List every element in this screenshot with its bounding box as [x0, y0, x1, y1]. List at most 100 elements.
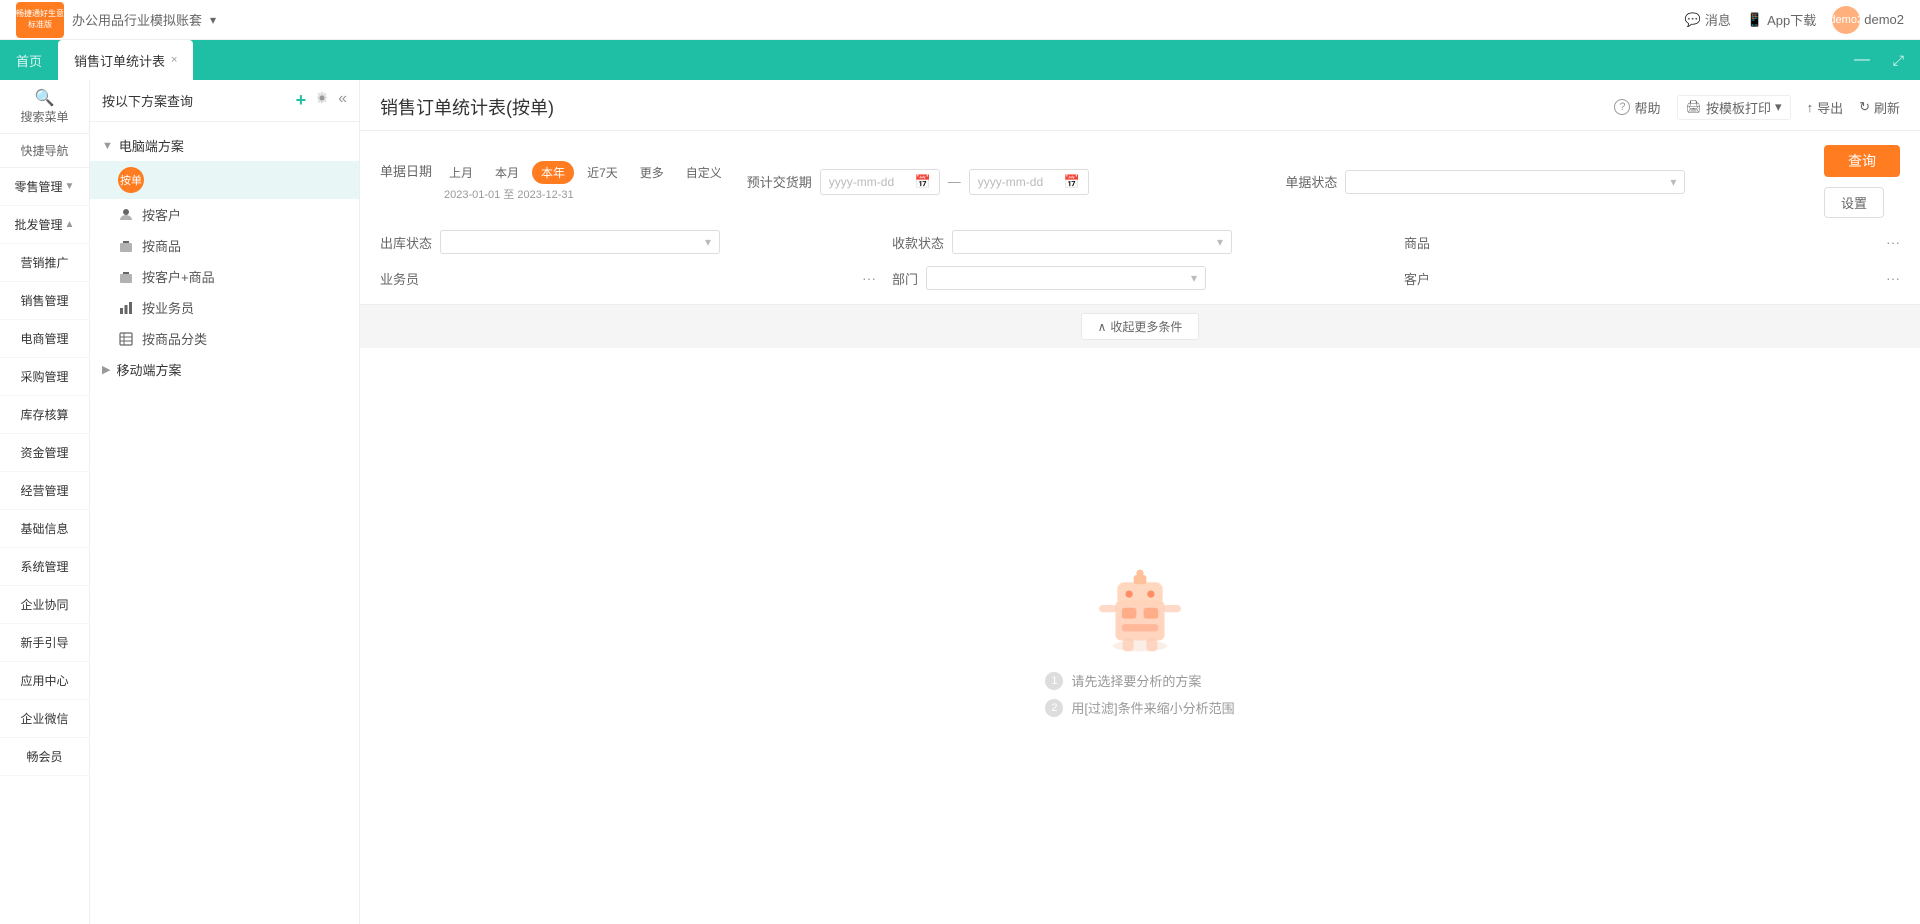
topbar-left: 畅捷通好生意 标准版 办公用品行业模拟账套 ▾: [16, 2, 216, 38]
tab-fullscreen-icon[interactable]: ⤢: [1893, 52, 1904, 69]
sidebar-item-enterprise-wechat[interactable]: 企业微信: [0, 700, 89, 738]
scheme-group-mobile: ▶ 移动端方案: [90, 354, 359, 385]
payment-status-label: 收款状态: [892, 233, 944, 252]
date-from-input[interactable]: yyyy-mm-dd 📅: [820, 169, 940, 195]
query-button[interactable]: 查询: [1824, 145, 1900, 177]
left-panel-title: 按以下方案查询: [102, 91, 193, 110]
scheme-item-by-customer-goods[interactable]: 按客户+商品: [90, 261, 359, 292]
sidebar-item-app-center[interactable]: 应用中心: [0, 662, 89, 700]
salesman-dots-button[interactable]: ···: [862, 270, 876, 286]
combined-icon: [118, 269, 134, 285]
collapse-bar: ∧ 收起更多条件: [360, 305, 1920, 348]
settings-scheme-button[interactable]: [314, 90, 330, 111]
message-button[interactable]: 💬 消息: [1685, 10, 1731, 29]
bill-status-label: 单据状态: [1285, 172, 1337, 191]
refresh-button[interactable]: ↻ 刷新: [1859, 98, 1900, 117]
sidebar-item-newbie[interactable]: 新手引导: [0, 624, 89, 662]
scheme-group-pc-header[interactable]: ▼ 电脑端方案: [90, 130, 359, 161]
sidebar-item-retail[interactable]: 零售管理 ▼: [0, 168, 89, 206]
sidebar-item-basic-info[interactable]: 基础信息: [0, 510, 89, 548]
sidebar-item-purchase[interactable]: 采购管理: [0, 358, 89, 396]
system-dropdown[interactable]: ▾: [210, 13, 216, 27]
customer-label: 客户: [1404, 269, 1430, 288]
date-btn-this-year[interactable]: 本年: [532, 161, 574, 184]
scheme-item-by-salesman[interactable]: 按业务员: [90, 292, 359, 323]
avatar: demo2: [1832, 6, 1860, 34]
bill-date-label: 单据日期: [380, 161, 432, 180]
chevron-up-icon: ∧: [1098, 320, 1107, 334]
left-panel-actions: + «: [296, 90, 347, 111]
box-icon: [118, 238, 134, 254]
expected-delivery-label: 预计交货期: [747, 172, 812, 191]
scheme-tree: ▼ 电脑端方案 按单 按客户: [90, 122, 359, 924]
chevron-down-icon: ▾: [1191, 271, 1197, 285]
tab-home[interactable]: 首页: [0, 40, 58, 80]
refresh-icon: ↻: [1859, 99, 1870, 115]
date-range-dash: —: [948, 174, 961, 189]
tab-close-icon[interactable]: ×: [171, 54, 177, 66]
help-button[interactable]: ? 帮助: [1614, 98, 1660, 117]
settings-button[interactable]: 设置: [1824, 187, 1884, 218]
app-download-icon: 📱: [1747, 12, 1763, 28]
table-icon: [118, 331, 134, 347]
empty-tip-1: 1 请先选择要分析的方案: [1045, 671, 1234, 690]
sidebar-item-system[interactable]: 系统管理: [0, 548, 89, 586]
sidebar-item-ecommerce[interactable]: 电商管理: [0, 320, 89, 358]
topbar: 畅捷通好生意 标准版 办公用品行业模拟账套 ▾ 💬 消息 📱 App下载 dem…: [0, 0, 1920, 40]
filter-row-1: 单据日期 上月 本月 本年 近7天 更多 自定义 2023-01-01 至 20…: [380, 145, 1900, 218]
sidebar-item-wholesale[interactable]: 批发管理 ▲: [0, 206, 89, 244]
date-to-input[interactable]: yyyy-mm-dd 📅: [969, 169, 1089, 195]
chevron-down-icon: ▾: [1670, 175, 1676, 189]
left-panel-header: 按以下方案查询 + «: [90, 80, 359, 122]
system-title: 办公用品行业模拟账套: [72, 10, 202, 29]
collapse-more-conditions-button[interactable]: ∧ 收起更多条件: [1081, 313, 1200, 340]
sidebar-search[interactable]: 🔍 搜索菜单: [0, 80, 89, 134]
chevron-down-icon: ▼: [102, 140, 113, 152]
sidebar-item-operations[interactable]: 经营管理: [0, 472, 89, 510]
date-btn-last-7-days[interactable]: 近7天: [578, 161, 627, 184]
sidebar-item-member[interactable]: 畅会员: [0, 738, 89, 776]
person-icon: [118, 207, 134, 223]
right-panel: 销售订单统计表(按单) ? 帮助 🖨 按模板打印 ▾ ↑ 导出: [360, 80, 1920, 924]
tip-1-number: 1: [1045, 672, 1063, 690]
scheme-item-by-customer[interactable]: 按客户: [90, 199, 359, 230]
topbar-right: 💬 消息 📱 App下载 demo2 demo2: [1685, 6, 1904, 34]
sidebar-quicknav[interactable]: 快捷导航: [0, 134, 89, 168]
calendar-to-icon: 📅: [1064, 174, 1080, 190]
user-profile[interactable]: demo2 demo2: [1832, 6, 1904, 34]
shipment-status-select[interactable]: ▾: [440, 230, 720, 254]
scheme-group-mobile-header[interactable]: ▶ 移动端方案: [90, 354, 359, 385]
template-print-button[interactable]: 🖨 按模板打印 ▾: [1677, 95, 1791, 120]
date-btn-this-month[interactable]: 本月: [486, 161, 528, 184]
collapse-panel-button[interactable]: «: [338, 90, 347, 111]
date-btn-more[interactable]: 更多: [631, 161, 673, 184]
nav-tabs: 首页 销售订单统计表 × — ⤢: [0, 40, 1920, 80]
content: 按以下方案查询 + « ▼ 电脑端方案: [90, 80, 1920, 924]
scheme-item-by-goods-category[interactable]: 按商品分类: [90, 323, 359, 354]
scheme-item-by-goods[interactable]: 按商品: [90, 230, 359, 261]
add-scheme-button[interactable]: +: [296, 90, 307, 111]
department-select[interactable]: ▾: [926, 266, 1206, 290]
customer-dots-button[interactable]: ···: [1886, 270, 1900, 286]
sidebar-item-marketing[interactable]: 营销推广: [0, 244, 89, 282]
date-btn-last-month[interactable]: 上月: [440, 161, 482, 184]
tab-collapse-icon[interactable]: —: [1854, 51, 1870, 69]
sidebar-item-inventory[interactable]: 库存核算: [0, 396, 89, 434]
app-download-button[interactable]: 📱 App下载: [1747, 10, 1816, 29]
date-btn-custom[interactable]: 自定义: [677, 161, 731, 184]
payment-status-select[interactable]: ▾: [952, 230, 1232, 254]
chart-icon: [118, 300, 134, 316]
help-icon: ?: [1614, 99, 1630, 115]
scheme-item-by-order[interactable]: 按单: [90, 161, 359, 199]
print-icon: 🖨: [1686, 99, 1703, 115]
tab-sales-order-stats[interactable]: 销售订单统计表 ×: [58, 40, 193, 80]
sidebar-item-sales[interactable]: 销售管理: [0, 282, 89, 320]
sidebar-item-enterprise[interactable]: 企业协同: [0, 586, 89, 624]
tip-2-number: 2: [1045, 699, 1063, 717]
sidebar-item-finance[interactable]: 资金管理: [0, 434, 89, 472]
export-button[interactable]: ↑ 导出: [1807, 98, 1844, 117]
bill-status-select[interactable]: ▾: [1345, 170, 1685, 194]
goods-dots-button[interactable]: ···: [1886, 234, 1900, 250]
empty-tips: 1 请先选择要分析的方案 2 用[过滤]条件来缩小分析范围: [1045, 671, 1234, 717]
action-buttons: 查询 设置: [1824, 145, 1900, 218]
